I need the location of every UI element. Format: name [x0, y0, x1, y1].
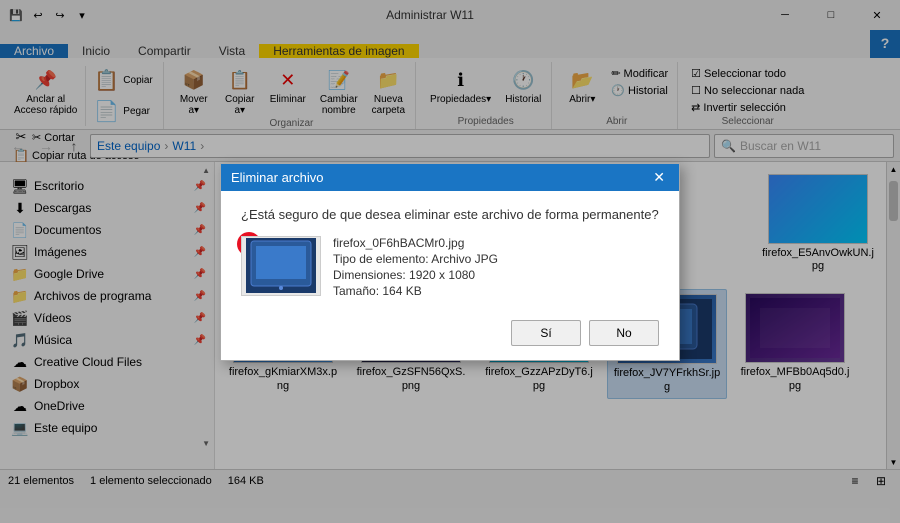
modal-dimensions: Dimensiones: 1920 x 1080 [333, 268, 498, 282]
modal-body: ¿Está seguro de que desea eliminar este … [221, 191, 679, 360]
modal-no-btn[interactable]: No [589, 320, 659, 346]
modal-close-btn[interactable]: ✕ [649, 170, 669, 184]
modal-file-info: ✕ firefox_0F6hBACMr0.jpg Tipo de element… [241, 236, 659, 298]
modal-title: Eliminar archivo [231, 170, 323, 185]
modal-buttons: Sí No [241, 314, 659, 350]
modal-overlay: Eliminar archivo ✕ ¿Está seguro de que d… [0, 0, 900, 523]
modal-filesize: Tamaño: 164 KB [333, 284, 498, 298]
modal-preview-svg [246, 238, 316, 293]
modal-question: ¿Está seguro de que desea eliminar este … [241, 207, 659, 222]
modal-header: Eliminar archivo ✕ [221, 164, 679, 191]
modal-yes-btn[interactable]: Sí [511, 320, 581, 346]
modal-filename: firefox_0F6hBACMr0.jpg [333, 236, 498, 250]
modal-details: firefox_0F6hBACMr0.jpg Tipo de elemento:… [333, 236, 498, 298]
modal-thumb-container: ✕ [241, 236, 321, 298]
modal-dialog: Eliminar archivo ✕ ¿Está seguro de que d… [220, 163, 680, 361]
modal-filetype: Tipo de elemento: Archivo JPG [333, 252, 498, 266]
modal-thumb [241, 236, 321, 296]
